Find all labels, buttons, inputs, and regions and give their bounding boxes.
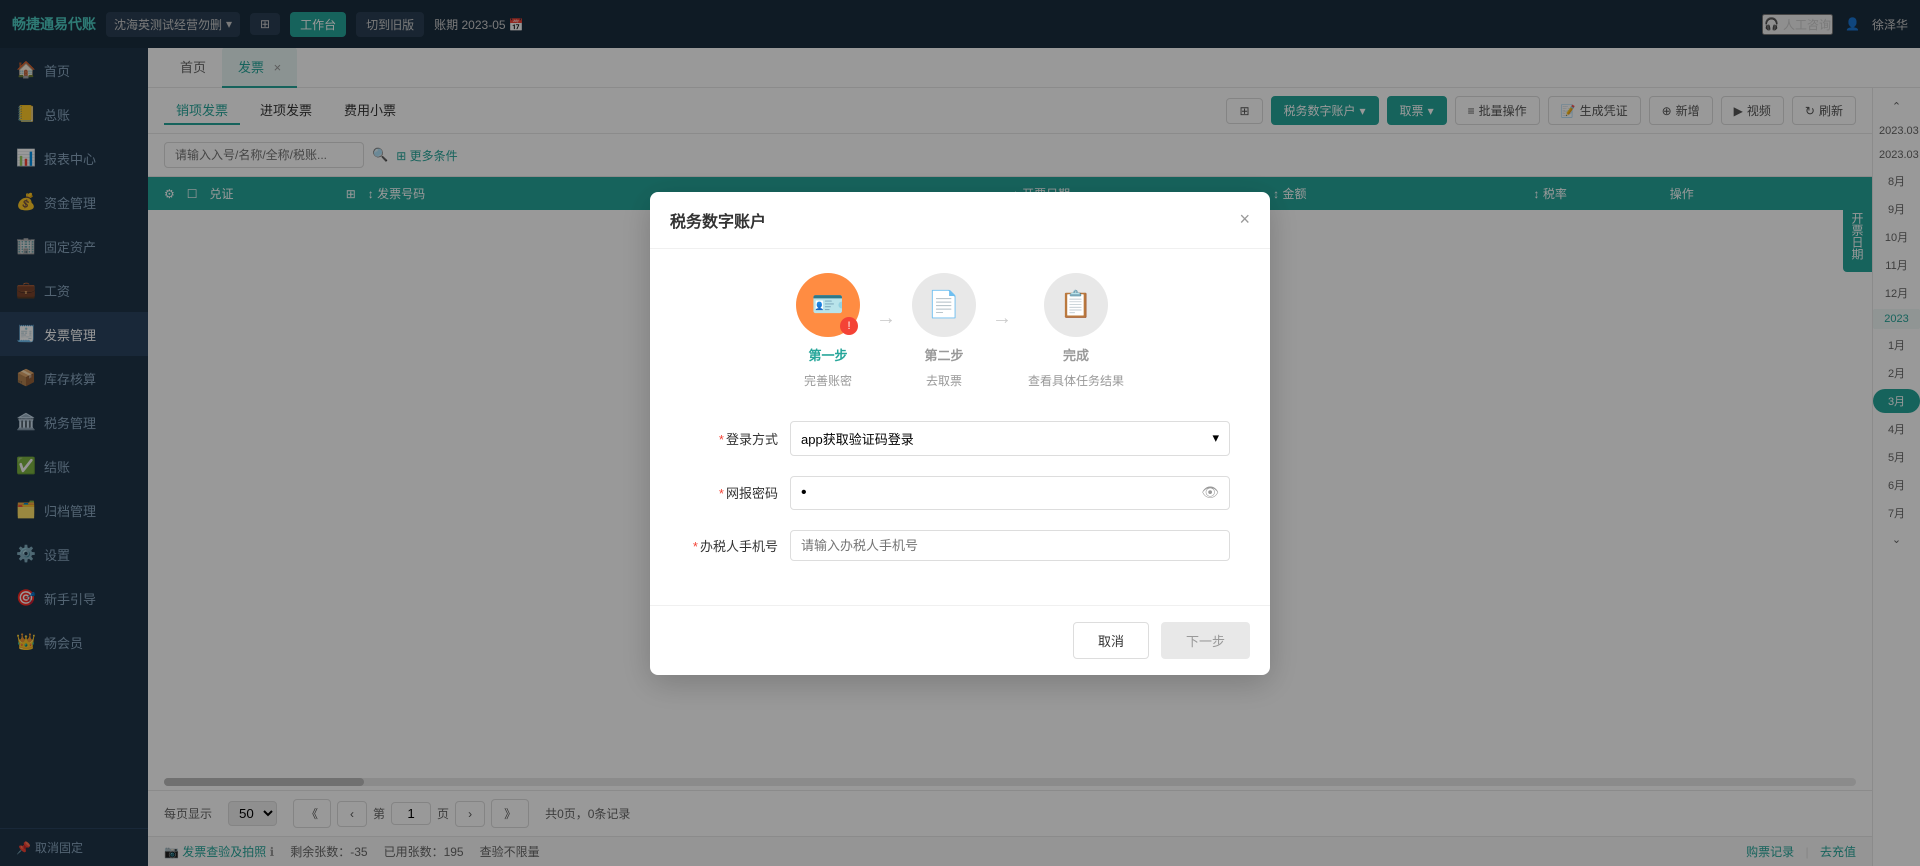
step-1-badge: ! <box>840 317 858 335</box>
step-3-icon: 📋 <box>1044 273 1108 337</box>
clipboard-icon: 📋 <box>1060 289 1092 320</box>
phone-label: 办税人手机号 <box>690 536 790 555</box>
next-button[interactable]: 下一步 <box>1161 622 1250 659</box>
modal-header: 税务数字账户 × <box>650 192 1270 249</box>
modal-body: 🪪 ! 第一步 完善账密 → 📄 第二步 去取票 → <box>650 249 1270 605</box>
tax-digital-modal: 税务数字账户 × 🪪 ! 第一步 完善账密 → <box>650 192 1270 675</box>
password-label: 网报密码 <box>690 483 790 502</box>
step-3: 📋 完成 查看具体任务结果 <box>1028 273 1124 389</box>
step-arrow-1: → <box>876 307 896 354</box>
step-2: 📄 第二步 去取票 <box>912 273 976 389</box>
document-icon: 📄 <box>928 289 960 320</box>
eye-icon[interactable]: 👁 <box>1201 484 1219 501</box>
modal-title: 税务数字账户 <box>670 208 766 232</box>
user-card-icon: 🪪 <box>812 289 844 320</box>
steps-container: 🪪 ! 第一步 完善账密 → 📄 第二步 去取票 → <box>690 273 1230 389</box>
login-method-label: 登录方式 <box>690 429 790 448</box>
step-3-desc: 查看具体任务结果 <box>1028 372 1124 389</box>
modal-close-button[interactable]: × <box>1239 209 1250 230</box>
login-method-value: app获取验证码登录 <box>801 429 914 448</box>
form-row-login-method: 登录方式 app获取验证码登录 ▾ <box>690 421 1230 456</box>
modal-footer: 取消 下一步 <box>650 605 1270 675</box>
select-chevron-icon: ▾ <box>1212 430 1219 446</box>
step-2-label: 第二步 <box>924 345 963 364</box>
modal-overlay: 税务数字账户 × 🪪 ! 第一步 完善账密 → <box>0 0 1920 866</box>
step-1: 🪪 ! 第一步 完善账密 <box>796 273 860 389</box>
form-row-phone: 办税人手机号 <box>690 530 1230 561</box>
cancel-button[interactable]: 取消 <box>1073 622 1149 659</box>
step-arrow-2: → <box>992 307 1012 354</box>
step-3-label: 完成 <box>1063 345 1089 364</box>
phone-input[interactable] <box>790 530 1230 561</box>
login-method-select[interactable]: app获取验证码登录 ▾ <box>790 421 1230 456</box>
password-input[interactable] <box>801 484 1201 502</box>
step-1-label: 第一步 <box>808 345 847 364</box>
step-2-desc: 去取票 <box>926 372 962 389</box>
form-row-password: 网报密码 👁 <box>690 476 1230 510</box>
password-input-wrapper: 👁 <box>790 476 1230 510</box>
step-1-icon: 🪪 ! <box>796 273 860 337</box>
step-2-icon: 📄 <box>912 273 976 337</box>
step-1-desc: 完善账密 <box>804 372 852 389</box>
